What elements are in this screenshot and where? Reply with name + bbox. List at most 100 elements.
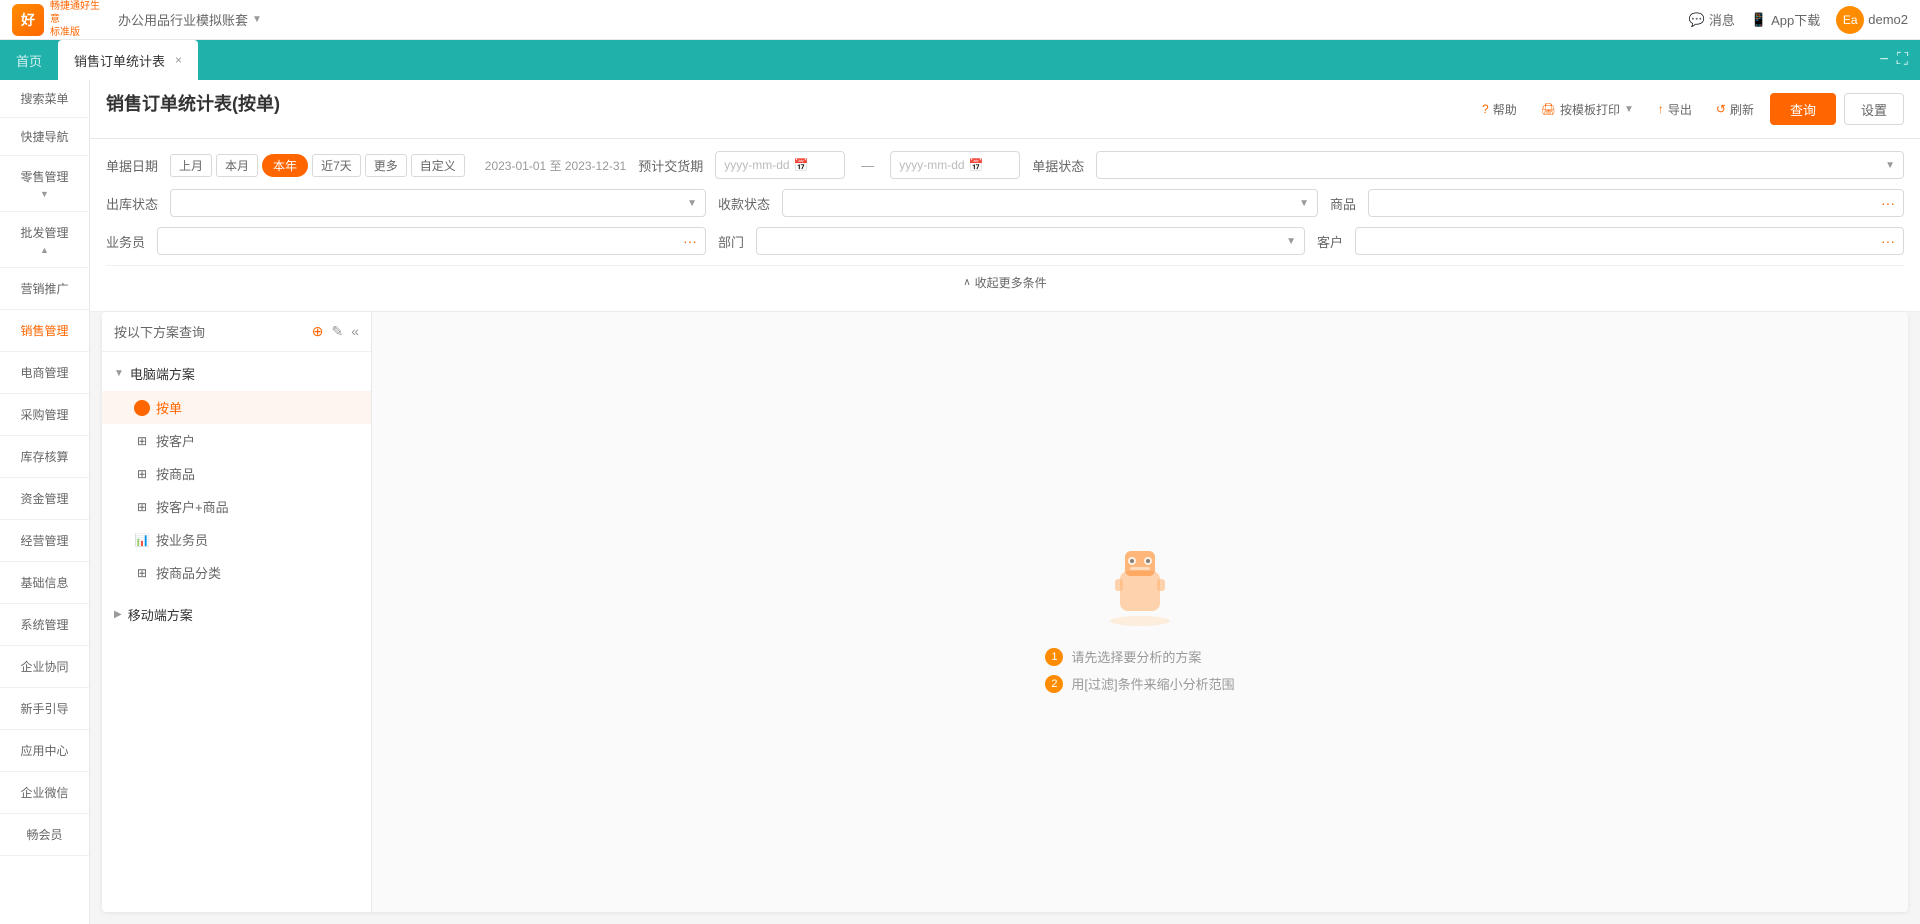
setting-button[interactable]: 设置: [1844, 93, 1904, 125]
app-download-button[interactable]: 📱 App下载: [1751, 10, 1820, 29]
sidebar-item-sales[interactable]: 销售管理: [0, 310, 89, 352]
main-layout: 搜索菜单 快捷导航 零售管理 ▼ 批发管理 ▲ 营销推广 销售管理 电商管理 采…: [0, 80, 1920, 924]
by-product-category-label: 按商品分类: [156, 563, 221, 582]
scheme-by-product[interactable]: ⊞ 按商品: [102, 457, 371, 490]
date-dash: —: [861, 158, 874, 173]
sidebar-item-enterprise[interactable]: 企业协同: [0, 646, 89, 688]
print-button[interactable]: 🖨 按模板打印 ▼: [1533, 97, 1642, 122]
tab-sales-order-stats[interactable]: 销售订单统计表 ×: [58, 40, 198, 80]
scheme-by-salesperson[interactable]: 📊 按业务员: [102, 523, 371, 556]
sidebar-item-marketing[interactable]: 营销推广: [0, 268, 89, 310]
sidebar-label-purchase: 采购管理: [20, 406, 68, 423]
filter-row-2: 出库状态 ▼ 收款状态 ▼ 商品 ···: [106, 189, 1904, 217]
maximize-icon[interactable]: ⛶: [1897, 51, 1908, 69]
calendar-end-icon: 📅: [969, 158, 984, 172]
refresh-button[interactable]: ↺ 刷新: [1708, 97, 1762, 122]
sidebar-item-wechat[interactable]: 企业微信: [0, 772, 89, 814]
main-content-wrapper: 按以下方案查询 ⊕ ✎ « ▼ 电脑端方案 单 按单: [102, 312, 1908, 912]
scheme-by-product-category[interactable]: ⊞ 按商品分类: [102, 556, 371, 589]
left-panel-header: 按以下方案查询 ⊕ ✎ «: [102, 312, 371, 352]
sidebar-label-ecommerce: 电商管理: [20, 364, 68, 381]
sidebar-item-ecommerce[interactable]: 电商管理: [0, 352, 89, 394]
sidebar-search-menu[interactable]: 搜索菜单: [0, 80, 89, 118]
sidebar-label-finance: 资金管理: [20, 490, 68, 507]
collapse-up-icon: ∧: [963, 277, 970, 288]
print-icon: 🖨: [1541, 102, 1556, 116]
sidebar-item-purchase[interactable]: 采购管理: [0, 394, 89, 436]
dept-select[interactable]: ▼: [756, 227, 1305, 255]
payment-select[interactable]: ▼: [782, 189, 1318, 217]
app-icon: 📱: [1751, 12, 1767, 28]
ship-select[interactable]: ▼: [170, 189, 706, 217]
sidebar-item-inventory[interactable]: 库存核算: [0, 436, 89, 478]
export-icon: ↑: [1658, 102, 1664, 116]
desktop-schemes-parent[interactable]: ▼ 电脑端方案: [102, 356, 371, 391]
empty-hint-1: 1 请先选择要分析的方案: [1045, 647, 1234, 666]
sidebar-item-base[interactable]: 基础信息: [0, 562, 89, 604]
tab-close-icon[interactable]: ×: [175, 53, 182, 67]
expected-date-end[interactable]: yyyy-mm-dd 📅: [890, 151, 1020, 179]
customer-more-icon[interactable]: ···: [1881, 233, 1895, 249]
export-button[interactable]: ↑ 导出: [1650, 97, 1700, 122]
dropdown-arrow-icon[interactable]: ▼: [252, 14, 262, 25]
product-more-icon[interactable]: ···: [1881, 195, 1895, 211]
customer-input[interactable]: ···: [1355, 227, 1904, 255]
sidebar-item-member[interactable]: 畅会员: [0, 814, 89, 856]
by-customer-product-label: 按客户+商品: [156, 497, 229, 516]
top-bar-title[interactable]: 办公用品行业模拟账套 ▼: [118, 10, 1673, 29]
empty-svg: [1090, 531, 1190, 631]
minimize-icon[interactable]: −: [1879, 51, 1888, 69]
filter-area: 单据日期 上月 本月 本年 近7天 更多 自定义 2023-01-01 至 20…: [90, 139, 1920, 312]
expected-date-label: 预计交货期: [638, 156, 703, 175]
sidebar-item-finance[interactable]: 资金管理: [0, 478, 89, 520]
by-customer-product-icon: ⊞: [134, 499, 150, 515]
status-select-arrow: ▼: [1885, 160, 1895, 171]
message-icon: 💬: [1689, 12, 1705, 28]
salesperson-more-icon[interactable]: ···: [683, 233, 697, 249]
query-button[interactable]: 查询: [1770, 93, 1836, 125]
print-dropdown-icon: ▼: [1624, 104, 1634, 115]
date-btn-this-month[interactable]: 本月: [216, 154, 258, 177]
date-range-display: 2023-01-01 至 2023-12-31: [485, 157, 626, 174]
user-menu[interactable]: Ea demo2: [1836, 6, 1908, 34]
date-btn-7days[interactable]: 近7天: [312, 154, 361, 177]
sidebar-quick-nav[interactable]: 快捷导航: [0, 118, 89, 156]
sidebar-item-operations[interactable]: 经营管理: [0, 520, 89, 562]
collapse-btn[interactable]: ∧ 收起更多条件: [106, 265, 1904, 299]
message-button[interactable]: 💬 消息: [1689, 10, 1735, 29]
collapse-panel-icon[interactable]: «: [351, 323, 359, 340]
expand-icon: ▼: [114, 368, 124, 379]
scheme-by-customer[interactable]: ⊞ 按客户: [102, 424, 371, 457]
sidebar-label-newuser: 新手引导: [20, 700, 68, 717]
customer-label: 客户: [1317, 232, 1343, 251]
sidebar-label-enterprise: 企业协同: [20, 658, 68, 675]
help-button[interactable]: ? 帮助: [1474, 97, 1525, 122]
scheme-by-order[interactable]: 单 按单: [102, 391, 371, 424]
mobile-schemes-parent[interactable]: ▶ 移动端方案: [102, 597, 371, 632]
date-btn-this-year[interactable]: 本年: [262, 154, 308, 177]
sidebar-item-retail[interactable]: 零售管理 ▼: [0, 156, 89, 212]
sidebar-item-wholesale[interactable]: 批发管理 ▲: [0, 212, 89, 268]
date-btn-last-month[interactable]: 上月: [170, 154, 212, 177]
status-label: 单据状态: [1032, 156, 1084, 175]
salesperson-label: 业务员: [106, 232, 145, 251]
sidebar-label-system: 系统管理: [20, 616, 68, 633]
sidebar-item-newuser[interactable]: 新手引导: [0, 688, 89, 730]
tab-home[interactable]: 首页: [0, 40, 58, 80]
product-input[interactable]: ···: [1368, 189, 1904, 217]
status-select[interactable]: ▼: [1096, 151, 1904, 179]
salesperson-input[interactable]: ···: [157, 227, 706, 255]
expected-date-start[interactable]: yyyy-mm-dd 📅: [715, 151, 845, 179]
add-scheme-icon[interactable]: ⊕: [312, 323, 324, 340]
date-btn-more[interactable]: 更多: [365, 154, 407, 177]
left-panel: 按以下方案查询 ⊕ ✎ « ▼ 电脑端方案 单 按单: [102, 312, 372, 912]
by-customer-label: 按客户: [156, 431, 195, 450]
scheme-by-customer-product[interactable]: ⊞ 按客户+商品: [102, 490, 371, 523]
edit-scheme-icon[interactable]: ✎: [331, 323, 343, 340]
sidebar-item-appcenter[interactable]: 应用中心: [0, 730, 89, 772]
by-salesperson-label: 按业务员: [156, 530, 208, 549]
sidebar-label-base: 基础信息: [20, 574, 68, 591]
by-product-category-icon: ⊞: [134, 565, 150, 581]
sidebar-item-system[interactable]: 系统管理: [0, 604, 89, 646]
date-btn-custom[interactable]: 自定义: [411, 154, 465, 177]
